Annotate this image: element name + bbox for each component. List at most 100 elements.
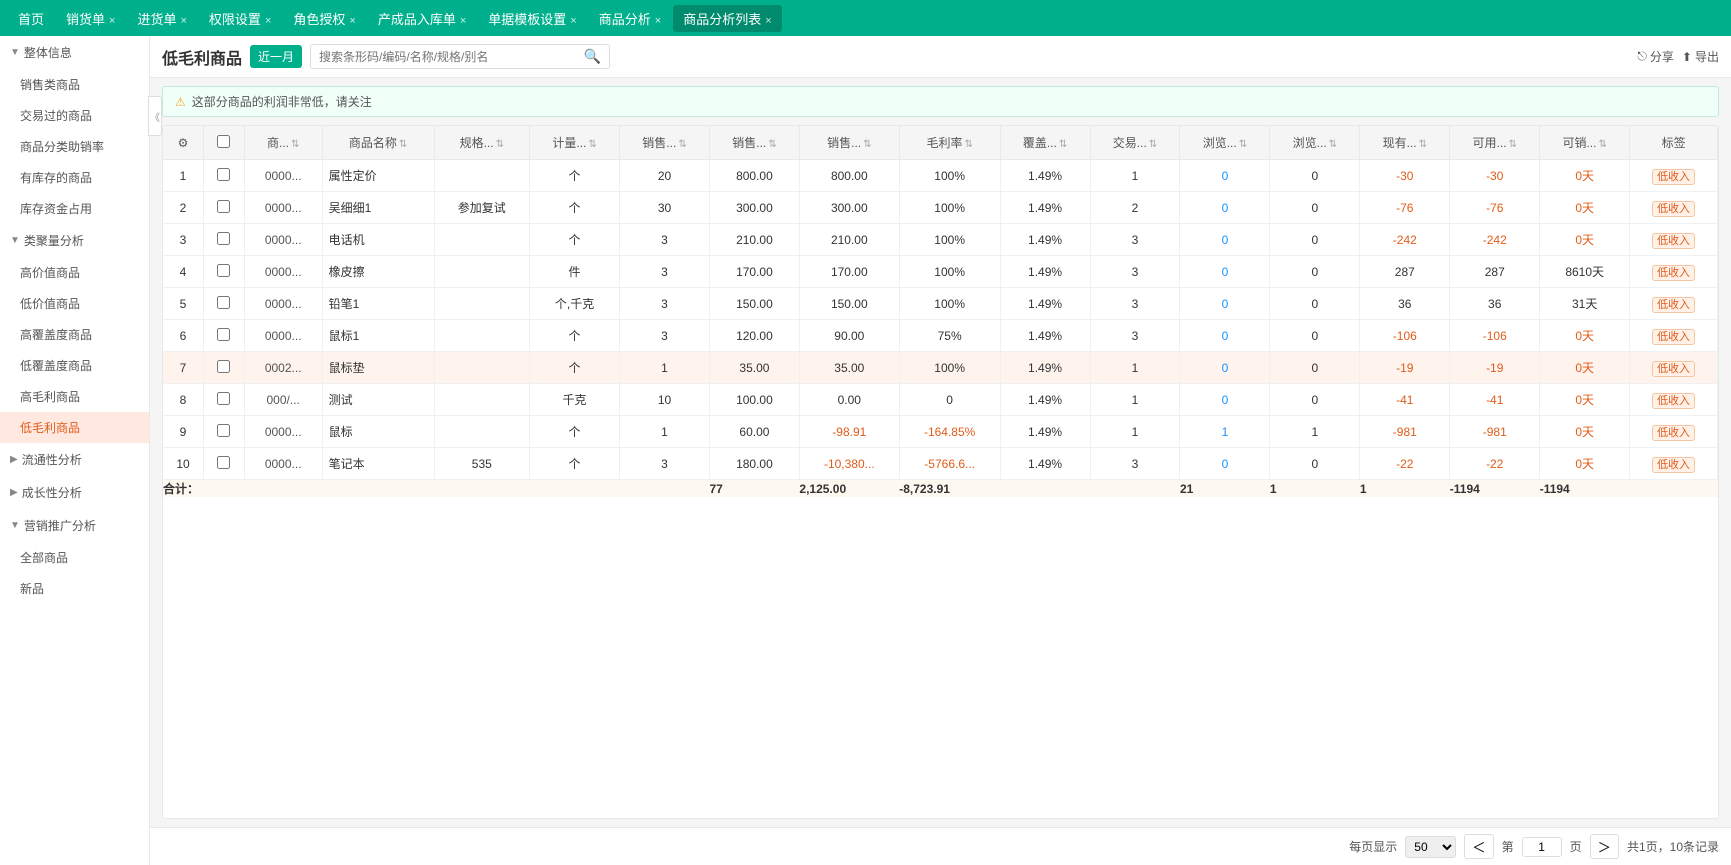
sidebar-item-in-stock[interactable]: 有库存的商品: [0, 162, 149, 193]
sidebar-item-high-value[interactable]: 高价值商品: [0, 257, 149, 288]
row-checkbox[interactable]: [217, 232, 230, 245]
views1-link[interactable]: 0: [1222, 201, 1229, 215]
views1-link[interactable]: 0: [1222, 169, 1229, 183]
row-checkbox[interactable]: [217, 328, 230, 341]
nav-close-goods-analysis-list[interactable]: ×: [765, 15, 771, 27]
cell-coverage: 1.49%: [1000, 416, 1090, 448]
views1-link[interactable]: 0: [1222, 457, 1229, 471]
sidebar-item-traded-goods[interactable]: 交易过的商品: [0, 100, 149, 131]
search-input[interactable]: [319, 50, 580, 64]
cell-gross-margin: 100%: [899, 192, 1000, 224]
nav-close-purchase[interactable]: ×: [180, 15, 186, 27]
nav-item-sales[interactable]: 销货单×: [56, 5, 125, 32]
col-margin[interactable]: 毛利率⇅: [899, 126, 1000, 160]
cell-checkbox: [204, 416, 245, 448]
cell-no: 4: [163, 256, 204, 288]
data-table: ⚙ 商...⇅ 商品名称⇅ 规格...⇅ 计量...⇅ 销售...⇅ 销售...…: [163, 126, 1718, 497]
row-checkbox[interactable]: [217, 264, 230, 277]
content-header: 低毛利商品 近一月 🔍 ⎋ 分享 ⬆ 导出: [150, 36, 1731, 78]
cell-unit: 千克: [530, 384, 620, 416]
views1-link[interactable]: 0: [1222, 361, 1229, 375]
nav-item-template[interactable]: 单据模板设置×: [478, 5, 586, 32]
sidebar-group-cluster[interactable]: ▼ 类聚量分析: [0, 224, 149, 257]
sidebar-item-low-value[interactable]: 低价值商品: [0, 288, 149, 319]
col-code[interactable]: 商...⇅: [244, 126, 322, 160]
filter-btn[interactable]: 近一月: [250, 45, 302, 68]
views1-link[interactable]: 0: [1222, 297, 1229, 311]
nav-item-role[interactable]: 角色授权×: [283, 5, 365, 32]
col-available[interactable]: 可用...⇅: [1450, 126, 1540, 160]
col-sales-amount[interactable]: 销售...⇅: [709, 126, 799, 160]
row-checkbox[interactable]: [217, 296, 230, 309]
nav-close-template[interactable]: ×: [570, 15, 576, 27]
nav-item-product-entry[interactable]: 产成品入库单×: [368, 5, 476, 32]
col-name[interactable]: 商品名称⇅: [322, 126, 434, 160]
page-number-input[interactable]: [1522, 837, 1562, 857]
col-views1[interactable]: 浏览...⇅: [1180, 126, 1270, 160]
sidebar-group-overall[interactable]: ▼ 整体信息: [0, 36, 149, 69]
sidebar-group-marketing[interactable]: ▼ 营销推广分析: [0, 509, 149, 542]
col-sellable[interactable]: 可销...⇅: [1540, 126, 1630, 160]
nav-item-goods-analysis[interactable]: 商品分析×: [589, 5, 671, 32]
cell-checkbox: [204, 448, 245, 480]
sidebar-item-category-rate[interactable]: 商品分类助销率: [0, 131, 149, 162]
cell-checkbox: [204, 224, 245, 256]
row-checkbox[interactable]: [217, 360, 230, 373]
col-spec[interactable]: 规格...⇅: [434, 126, 530, 160]
col-stock[interactable]: 现有...⇅: [1360, 126, 1450, 160]
share-btn[interactable]: ⎋ 分享: [1637, 48, 1674, 65]
nav-close-role[interactable]: ×: [349, 15, 355, 27]
row-checkbox[interactable]: [217, 392, 230, 405]
cell-unit: 个: [530, 448, 620, 480]
cell-sellable: 0天: [1540, 320, 1630, 352]
col-sales-qty[interactable]: 销售...⇅: [620, 126, 710, 160]
col-settings[interactable]: ⚙: [163, 126, 204, 160]
col-sales-profit[interactable]: 销售...⇅: [799, 126, 899, 160]
sidebar-collapse-btn[interactable]: 《: [148, 96, 162, 136]
nav-item-home[interactable]: 首页: [8, 5, 54, 32]
views1-link[interactable]: 0: [1222, 233, 1229, 247]
col-transactions[interactable]: 交易...⇅: [1090, 126, 1180, 160]
cell-gross-margin: 100%: [899, 288, 1000, 320]
prev-page-btn[interactable]: ＜: [1464, 834, 1493, 859]
sidebar-group-growth[interactable]: ▶ 成长性分析: [0, 476, 149, 509]
cell-sales-amount: 210.00: [709, 224, 799, 256]
row-checkbox[interactable]: [217, 168, 230, 181]
cell-sales-amount: 120.00: [709, 320, 799, 352]
views1-link[interactable]: 0: [1222, 329, 1229, 343]
views1-link[interactable]: 1: [1222, 425, 1229, 439]
row-checkbox[interactable]: [217, 456, 230, 469]
notice-bar: ⚠ 这部分商品的利润非常低，请关注: [162, 86, 1719, 117]
col-unit[interactable]: 计量...⇅: [530, 126, 620, 160]
sidebar-item-stock-capital[interactable]: 库存资金占用: [0, 193, 149, 224]
nav-close-product-entry[interactable]: ×: [460, 15, 466, 27]
arrow-growth: ▶: [10, 487, 18, 498]
nav-close-permission[interactable]: ×: [265, 15, 271, 27]
sidebar-item-all-goods[interactable]: 全部商品: [0, 542, 149, 573]
sidebar-item-low-coverage[interactable]: 低覆盖度商品: [0, 350, 149, 381]
nav-close-goods-analysis[interactable]: ×: [655, 15, 661, 27]
sidebar-item-sales-goods[interactable]: 销售类商品: [0, 69, 149, 100]
next-page-btn[interactable]: ＞: [1590, 834, 1619, 859]
nav-item-purchase[interactable]: 进货单×: [127, 5, 196, 32]
nav-item-goods-analysis-list[interactable]: 商品分析列表×: [673, 5, 781, 32]
views1-link[interactable]: 0: [1222, 393, 1229, 407]
select-all-checkbox[interactable]: [217, 135, 230, 148]
search-icon[interactable]: 🔍: [584, 48, 601, 65]
sidebar-item-high-margin[interactable]: 高毛利商品: [0, 381, 149, 412]
cell-sales-profit: -98.91: [799, 416, 899, 448]
row-checkbox[interactable]: [217, 200, 230, 213]
per-page-select[interactable]: 50 20 100: [1405, 836, 1456, 858]
sidebar-item-new-goods[interactable]: 新品: [0, 573, 149, 604]
views1-link[interactable]: 0: [1222, 265, 1229, 279]
cell-transactions: 1: [1090, 160, 1180, 192]
nav-item-permission[interactable]: 权限设置×: [199, 5, 281, 32]
sidebar-group-liquidity[interactable]: ▶ 流通性分析: [0, 443, 149, 476]
col-coverage[interactable]: 覆盖...⇅: [1000, 126, 1090, 160]
export-btn[interactable]: ⬆ 导出: [1682, 48, 1719, 65]
col-views2[interactable]: 浏览...⇅: [1270, 126, 1360, 160]
nav-close-sales[interactable]: ×: [109, 15, 115, 27]
sidebar-item-low-margin[interactable]: 低毛利商品: [0, 412, 149, 443]
row-checkbox[interactable]: [217, 424, 230, 437]
sidebar-item-high-coverage[interactable]: 高覆盖度商品: [0, 319, 149, 350]
